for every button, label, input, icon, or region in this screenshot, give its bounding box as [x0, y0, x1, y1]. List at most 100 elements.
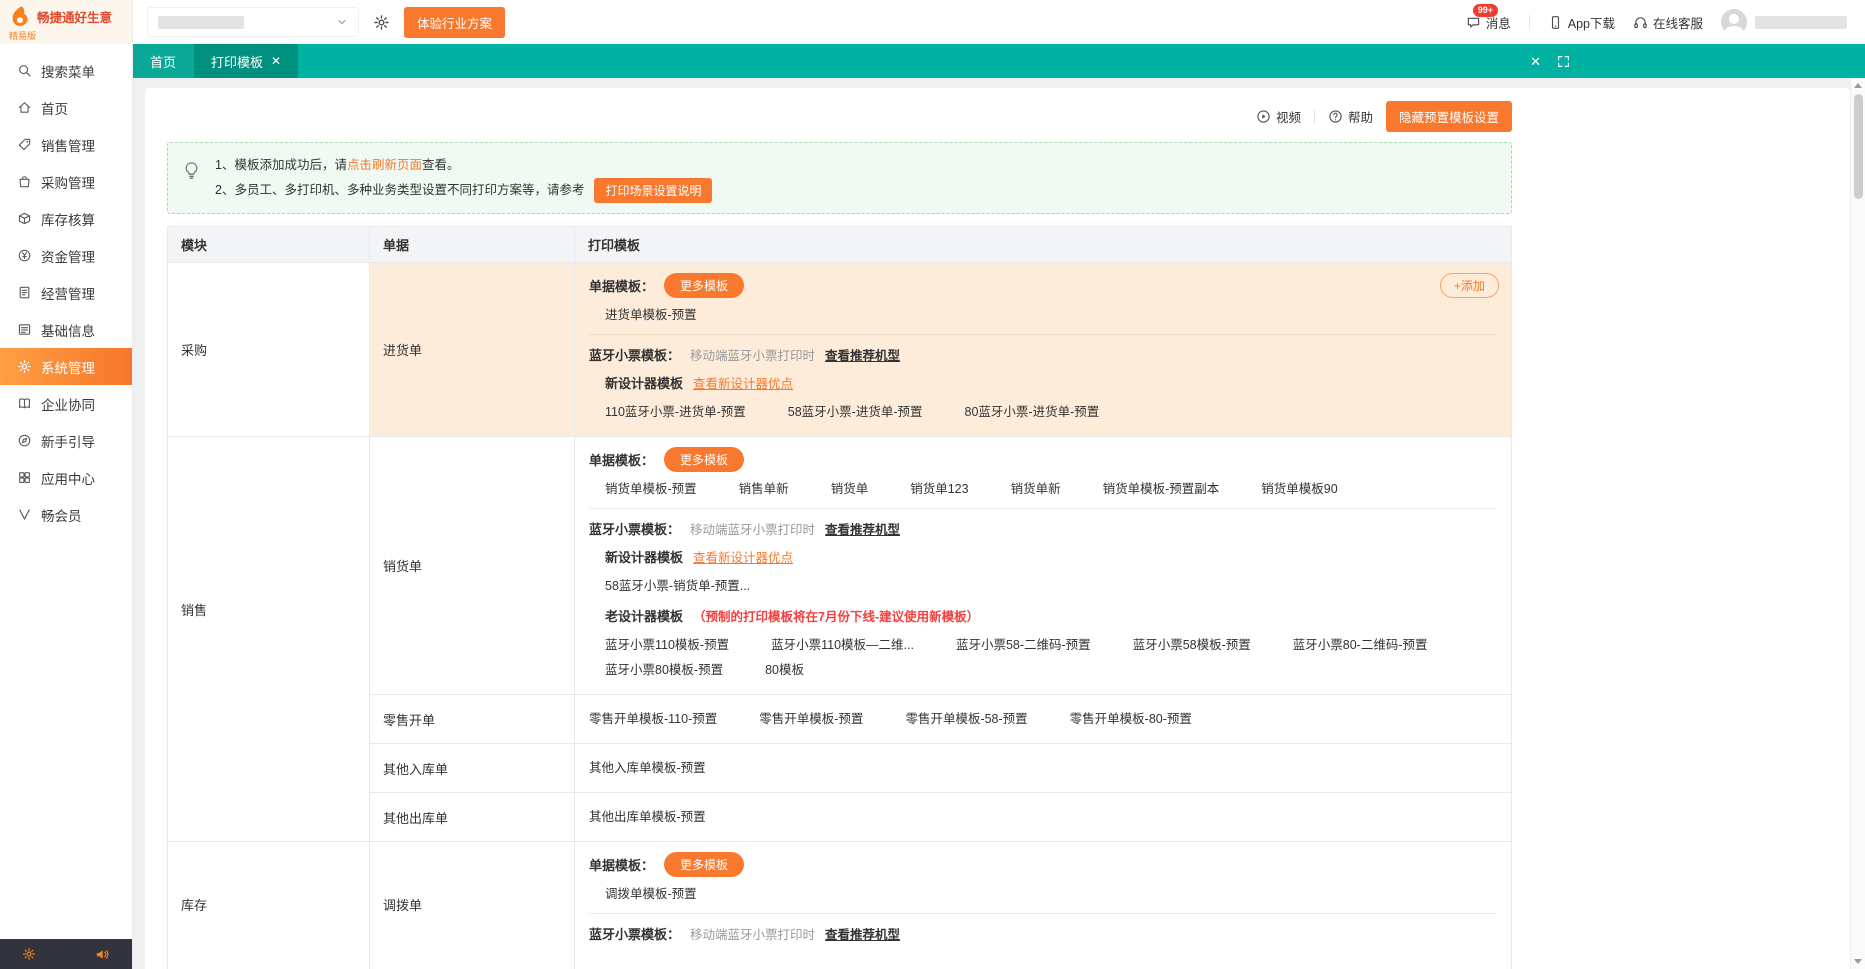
more-templates-button[interactable]: 更多模板: [664, 446, 745, 472]
yuan-coin-icon: [17, 248, 32, 263]
sidebar-item-enterprise-collaboration[interactable]: 企业协同: [0, 385, 132, 422]
template-item[interactable]: 蓝牙小票80模板-预置: [605, 659, 723, 678]
template-item[interactable]: 其他入库单模板-预置: [589, 757, 706, 776]
refresh-page-link[interactable]: 点击刷新页面: [347, 153, 422, 178]
template-cell: 单据模板： 更多模板 销货单模板-预置 销售单新 销货单 销货单123 销货单新 销货单模…: [574, 436, 1512, 695]
template-list: 110蓝牙小票-进货单-预置 58蓝牙小票-进货单-预置 80蓝牙小票-进货单-预置: [589, 396, 1497, 427]
sidebar-item-home[interactable]: 首页: [0, 89, 132, 126]
template-item[interactable]: 零售开单模板-预置: [759, 708, 863, 727]
user-menu[interactable]: [1721, 9, 1847, 35]
template-item[interactable]: 110蓝牙小票-进货单-预置: [605, 401, 746, 420]
template-item[interactable]: 蓝牙小票110模板—二维...: [771, 634, 914, 653]
sidebar-item-label: 企业协同: [41, 397, 95, 413]
table-header-row: 模块 单据 打印模板: [167, 226, 1512, 263]
video-link[interactable]: 视频: [1256, 107, 1301, 126]
template-item[interactable]: 销货单模板-预置: [605, 478, 697, 497]
tab-close-icon[interactable]: ✕: [271, 55, 281, 67]
more-templates-button[interactable]: 更多模板: [664, 851, 745, 877]
template-item[interactable]: 零售开单模板-80-预置: [1070, 708, 1192, 727]
add-template-button[interactable]: +添加: [1439, 273, 1499, 298]
sidebar-item-search-menu[interactable]: 搜索菜单: [0, 52, 132, 89]
headset-icon: [1633, 15, 1648, 30]
more-templates-button[interactable]: 更多模板: [664, 272, 745, 298]
document-cell: 其他入库单: [369, 743, 575, 793]
sidebar-item-beginner-guide[interactable]: 新手引导: [0, 422, 132, 459]
divider: [589, 508, 1497, 509]
template-item[interactable]: 80蓝牙小票-进货单-预置: [965, 401, 1100, 420]
template-item[interactable]: 蓝牙小票110模板-预置: [605, 634, 729, 653]
help-link[interactable]: 帮助: [1328, 107, 1373, 126]
template-item[interactable]: 蓝牙小票80-二维码-预置: [1293, 634, 1428, 653]
scrollbar-thumb[interactable]: [1854, 94, 1863, 199]
new-designer-benefits-link[interactable]: 查看新设计器优点: [693, 547, 793, 566]
tip1-suffix: 查看。: [421, 158, 460, 172]
template-item[interactable]: 蓝牙小票58-二维码-预置: [956, 634, 1091, 653]
template-item[interactable]: 58蓝牙小票-进货单-预置: [788, 401, 923, 420]
recommend-models-link[interactable]: 查看推荐机型: [825, 345, 900, 364]
template-item[interactable]: 销货单新: [1011, 478, 1061, 497]
table-row-transfer-order: 库存 调拨单 单据模板： 更多模板 调拨单模板-预置 蓝牙小票模板： 移动端蓝牙…: [167, 841, 1512, 969]
chevron-down-icon: [336, 16, 348, 28]
sidebar-item-operations-management[interactable]: 经营管理: [0, 274, 132, 311]
tabbar-close-icon[interactable]: ✕: [1530, 55, 1541, 68]
sidebar-item-label: 资金管理: [41, 249, 95, 265]
topbar: 体验行业方案 99+ 消息 App下载 在线客服: [133, 0, 1865, 44]
template-item[interactable]: 销货单模板-预置副本: [1103, 478, 1220, 497]
sidebar-item-purchase-management[interactable]: 采购管理: [0, 163, 132, 200]
tip2-text: 2、多员工、多打印机、多种业务类型设置不同打印方案等，请参考: [215, 183, 585, 197]
scroll-up-arrow[interactable]: [1851, 78, 1865, 93]
sidebar-item-sales-management[interactable]: 销售管理: [0, 126, 132, 163]
settings-gear-icon[interactable]: [22, 947, 36, 961]
template-cell: 其他入库单模板-预置: [574, 743, 1512, 793]
sidebar-item-system-management[interactable]: 系统管理: [0, 348, 132, 385]
template-item[interactable]: 58蓝牙小票-销货单-预置...: [605, 575, 750, 594]
template-item[interactable]: 其他出库单模板-预置: [589, 806, 706, 825]
quick-settings-gear-icon[interactable]: [373, 14, 390, 31]
tab-print-template[interactable]: 打印模板 ✕: [194, 44, 299, 78]
sidebar-item-label: 新手引导: [41, 434, 95, 450]
app-download-button[interactable]: App下载: [1548, 13, 1615, 32]
sidebar-item-member[interactable]: 畅会员: [0, 496, 132, 533]
template-item[interactable]: 销货单模板90: [1261, 478, 1337, 497]
recommend-models-link[interactable]: 查看推荐机型: [825, 519, 900, 538]
new-designer-benefits-link[interactable]: 查看新设计器优点: [693, 373, 793, 392]
template-cell: 单据模板： 更多模板 调拨单模板-预置 蓝牙小票模板： 移动端蓝牙小票打印时 查…: [574, 841, 1512, 969]
shopping-bag-icon: [17, 174, 32, 189]
template-item[interactable]: 80模板: [765, 659, 804, 678]
template-item[interactable]: 调拨单模板-预置: [605, 883, 697, 902]
sound-icon[interactable]: [95, 947, 110, 962]
template-item[interactable]: 销货单123: [910, 478, 968, 497]
template-item[interactable]: 销售单新: [739, 478, 789, 497]
table-row-sales-order: 销售 销货单 单据模板： 更多模板 销货单模板-预置 销售单新 销货单 销货单123 销…: [167, 436, 1512, 842]
table-row-purchase-order: 采购 进货单 +添加 单据模板： 更多模板 进货单模板-预置 蓝牙小票模板： 移…: [167, 262, 1512, 437]
recommend-models-link[interactable]: 查看推荐机型: [825, 924, 900, 943]
scrollbar[interactable]: [1850, 78, 1865, 969]
template-item[interactable]: 蓝牙小票58模板-预置: [1133, 634, 1251, 653]
template-item[interactable]: 零售开单模板-58-预置: [905, 708, 1027, 727]
notice-tip-1: 1、模板添加成功后，请 点击刷新页面 查看。: [215, 153, 712, 178]
print-template-table: 模块 单据 打印模板 采购 进货单 +添加 单据模板： 更多模板 进货单模板-预…: [167, 226, 1512, 969]
online-service-button[interactable]: 在线客服: [1633, 13, 1703, 32]
app-download-label: App下载: [1567, 16, 1615, 31]
template-item[interactable]: 进货单模板-预置: [605, 304, 697, 323]
messages-button[interactable]: 99+ 消息: [1466, 3, 1511, 32]
industry-solution-button[interactable]: 体验行业方案: [404, 6, 506, 38]
template-item[interactable]: 销货单: [831, 478, 869, 497]
gear-icon: [17, 359, 32, 374]
print-scene-help-button[interactable]: 打印场景设置说明: [594, 178, 713, 203]
brand-edition-badge: 精易版: [9, 30, 37, 41]
template-cell: 其他出库单模板-预置: [574, 792, 1512, 842]
divider: [589, 334, 1497, 335]
hide-preset-template-button[interactable]: 隐藏预置模板设置: [1385, 101, 1512, 132]
sidebar-item-basic-info[interactable]: 基础信息: [0, 311, 132, 348]
sidebar-item-inventory-accounting[interactable]: 库存核算: [0, 200, 132, 237]
clipped-content-space: [589, 947, 1497, 969]
template-item[interactable]: 零售开单模板-110-预置: [589, 708, 717, 727]
app-logo: 畅捷通好生意 精易版: [0, 0, 132, 44]
scroll-down-arrow[interactable]: [1851, 954, 1865, 969]
sidebar-item-app-center[interactable]: 应用中心: [0, 459, 132, 496]
tab-home[interactable]: 首页: [133, 44, 194, 78]
sidebar-item-funds-management[interactable]: 资金管理: [0, 237, 132, 274]
fullscreen-icon[interactable]: [1557, 55, 1570, 68]
global-search-select[interactable]: [147, 7, 359, 37]
